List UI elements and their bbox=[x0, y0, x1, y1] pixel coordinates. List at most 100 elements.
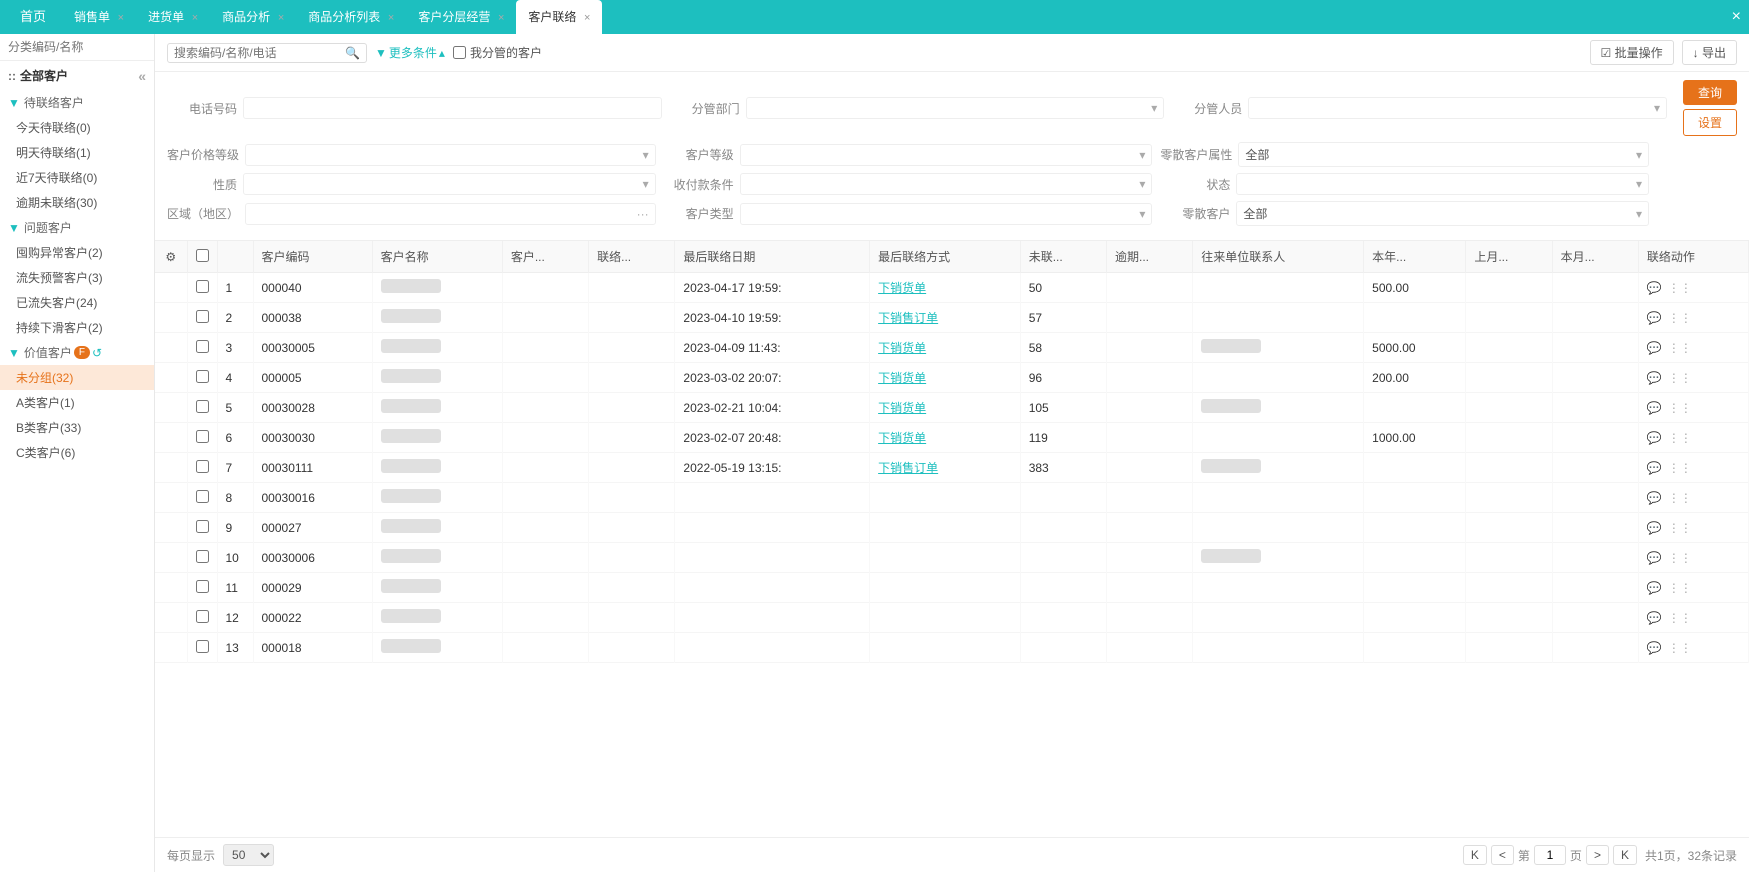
nav-tab-analysis[interactable]: 商品分析 × bbox=[210, 0, 296, 34]
th-overdue[interactable]: 逾期... bbox=[1107, 241, 1193, 273]
th-this-month[interactable]: 本月... bbox=[1552, 241, 1638, 273]
comment-icon[interactable]: 💬 bbox=[1647, 491, 1662, 505]
contact-method-link[interactable]: 下销货单 bbox=[878, 281, 926, 295]
th-last-month[interactable]: 上月... bbox=[1466, 241, 1552, 273]
grid-action-icon[interactable]: ⋮⋮ bbox=[1668, 581, 1692, 595]
th-settings[interactable]: ⚙ bbox=[155, 241, 187, 273]
customer-type-select[interactable]: ▾ bbox=[740, 203, 1153, 225]
more-conditions-button[interactable]: ▼ 更多条件 ▴ bbox=[375, 44, 445, 61]
row-checkbox[interactable] bbox=[196, 550, 209, 563]
sidebar-item-churn-warning[interactable]: 流失预警客户(3) bbox=[0, 265, 154, 290]
row-checkbox[interactable] bbox=[196, 610, 209, 623]
price-level-select[interactable]: ▾ bbox=[245, 144, 656, 166]
sidebar-item-overdue[interactable]: 逾期未联络(30) bbox=[0, 190, 154, 215]
collapse-icon[interactable]: « bbox=[138, 68, 146, 84]
sidebar-item-today[interactable]: 今天待联络(0) bbox=[0, 115, 154, 140]
th-code[interactable]: 客户编码 bbox=[253, 241, 372, 273]
my-customers-check[interactable] bbox=[453, 46, 466, 59]
grid-action-icon[interactable]: ⋮⋮ bbox=[1668, 401, 1692, 415]
close-purchase-icon[interactable]: × bbox=[192, 12, 198, 24]
th-last-date[interactable]: 最后联络日期 bbox=[675, 241, 870, 273]
my-customers-checkbox[interactable]: 我分管的客户 bbox=[453, 44, 542, 61]
row-checkbox[interactable] bbox=[196, 430, 209, 443]
status-select[interactable]: ▾ bbox=[1236, 173, 1649, 195]
comment-icon[interactable]: 💬 bbox=[1647, 461, 1662, 475]
sidebar-group-pending[interactable]: ▼ 待联络客户 bbox=[0, 90, 154, 115]
comment-icon[interactable]: 💬 bbox=[1647, 551, 1662, 565]
payment-select[interactable]: ▾ bbox=[740, 173, 1153, 195]
th-name[interactable]: 客户名称 bbox=[372, 241, 502, 273]
comment-icon[interactable]: 💬 bbox=[1647, 311, 1662, 325]
comment-icon[interactable]: 💬 bbox=[1647, 401, 1662, 415]
scattered2-select[interactable]: 全部▾ bbox=[1236, 201, 1649, 226]
first-page-button[interactable]: K bbox=[1463, 845, 1487, 865]
contact-method-link[interactable]: 下销货单 bbox=[878, 431, 926, 445]
grid-action-icon[interactable]: ⋮⋮ bbox=[1668, 431, 1692, 445]
sidebar-item-class-b[interactable]: B类客户(33) bbox=[0, 415, 154, 440]
last-page-button[interactable]: K bbox=[1613, 845, 1637, 865]
query-button[interactable]: 查询 bbox=[1683, 80, 1737, 105]
comment-icon[interactable]: 💬 bbox=[1647, 371, 1662, 385]
nature-select[interactable]: ▾ bbox=[243, 173, 656, 195]
row-checkbox[interactable] bbox=[196, 520, 209, 533]
grid-action-icon[interactable]: ⋮⋮ bbox=[1668, 611, 1692, 625]
th-this-year[interactable]: 本年... bbox=[1364, 241, 1466, 273]
select-all-checkbox[interactable] bbox=[196, 249, 209, 262]
close-customermgmt-icon[interactable]: × bbox=[498, 12, 504, 24]
field-phone-input[interactable] bbox=[243, 97, 662, 119]
th-last-method[interactable]: 最后联络方式 bbox=[870, 241, 1021, 273]
comment-icon[interactable]: 💬 bbox=[1647, 431, 1662, 445]
comment-icon[interactable]: 💬 bbox=[1647, 641, 1662, 655]
all-customers-header[interactable]: :: 全部客户 « bbox=[0, 61, 154, 90]
sidebar-group-value[interactable]: ▼ 价值客户 F ↺ bbox=[0, 340, 154, 365]
contact-method-link[interactable]: 下销货单 bbox=[878, 401, 926, 415]
customer-level-select[interactable]: ▾ bbox=[740, 144, 1153, 166]
grid-action-icon[interactable]: ⋮⋮ bbox=[1668, 311, 1692, 325]
comment-icon[interactable]: 💬 bbox=[1647, 581, 1662, 595]
sidebar-item-abnormal[interactable]: 囤购异常客户(2) bbox=[0, 240, 154, 265]
prev-page-button[interactable]: < bbox=[1491, 845, 1514, 865]
filter-search-icon[interactable]: 🔍 bbox=[345, 46, 360, 60]
row-checkbox[interactable] bbox=[196, 370, 209, 383]
grid-action-icon[interactable]: ⋮⋮ bbox=[1668, 641, 1692, 655]
reset-button[interactable]: 设置 bbox=[1683, 109, 1737, 136]
sidebar-item-7days[interactable]: 近7天待联络(0) bbox=[0, 165, 154, 190]
contact-method-link[interactable]: 下销售订单 bbox=[878, 461, 938, 475]
sidebar-item-class-c[interactable]: C类客户(6) bbox=[0, 440, 154, 465]
grid-action-icon[interactable]: ⋮⋮ bbox=[1668, 281, 1692, 295]
contact-method-link[interactable]: 下销货单 bbox=[878, 341, 926, 355]
close-salesorder-icon[interactable]: × bbox=[118, 12, 124, 24]
per-page-select[interactable]: 10 20 50 100 bbox=[223, 844, 274, 866]
refresh-icon[interactable]: ↺ bbox=[92, 346, 102, 360]
grid-action-icon[interactable]: ⋮⋮ bbox=[1668, 341, 1692, 355]
th-contact[interactable]: 联络... bbox=[589, 241, 675, 273]
contact-method-link[interactable]: 下销货单 bbox=[878, 371, 926, 385]
nav-tab-purchase[interactable]: 进货单 × bbox=[136, 0, 210, 34]
row-checkbox[interactable] bbox=[196, 310, 209, 323]
th-company-contact[interactable]: 往来单位联系人 bbox=[1193, 241, 1364, 273]
grid-action-icon[interactable]: ⋮⋮ bbox=[1668, 521, 1692, 535]
comment-icon[interactable]: 💬 bbox=[1647, 341, 1662, 355]
close-analysislist-icon[interactable]: × bbox=[388, 12, 394, 24]
row-checkbox[interactable] bbox=[196, 490, 209, 503]
sidebar-item-ungrouped[interactable]: 未分组(32) bbox=[0, 365, 154, 390]
grid-action-icon[interactable]: ⋮⋮ bbox=[1668, 551, 1692, 565]
next-page-button[interactable]: > bbox=[1586, 845, 1609, 865]
comment-icon[interactable]: 💬 bbox=[1647, 281, 1662, 295]
grid-action-icon[interactable]: ⋮⋮ bbox=[1668, 371, 1692, 385]
grid-action-icon[interactable]: ⋮⋮ bbox=[1668, 491, 1692, 505]
nav-tab-customer-contact[interactable]: 客户联络 × bbox=[516, 0, 602, 34]
close-contact-icon[interactable]: × bbox=[584, 12, 590, 24]
close-analysis-icon[interactable]: × bbox=[278, 12, 284, 24]
contact-method-link[interactable]: 下销售订单 bbox=[878, 311, 938, 325]
page-input[interactable] bbox=[1534, 845, 1566, 865]
nav-home[interactable]: 首页 bbox=[8, 0, 58, 34]
field-dept-select[interactable]: ▾ bbox=[746, 97, 1165, 119]
row-checkbox[interactable] bbox=[196, 340, 209, 353]
nav-tab-analysis-list[interactable]: 商品分析列表 × bbox=[296, 0, 406, 34]
row-checkbox[interactable] bbox=[196, 580, 209, 593]
scattered-attr-select[interactable]: 全部▾ bbox=[1238, 142, 1649, 167]
sidebar-group-problem[interactable]: ▼ 问题客户 bbox=[0, 215, 154, 240]
nav-tab-salesorder[interactable]: 销售单 × bbox=[62, 0, 136, 34]
sidebar-item-declining[interactable]: 持续下滑客户(2) bbox=[0, 315, 154, 340]
